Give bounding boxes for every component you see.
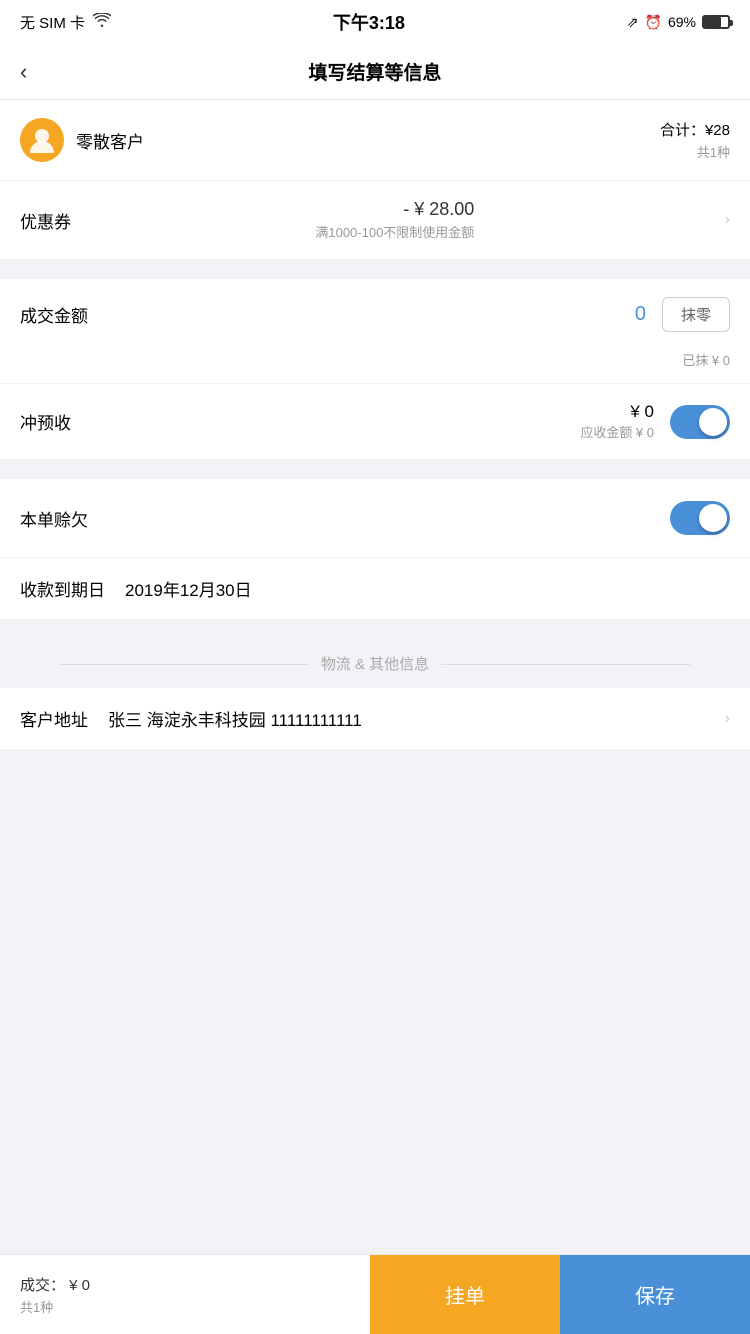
content: 零散客户 合计：¥28 共1种 优惠券 - ¥ 28.00 满1000-100不… [0, 100, 750, 939]
alarm-icon: ⏰ [645, 14, 662, 31]
customer-section: 零散客户 合计：¥28 共1种 优惠券 - ¥ 28.00 满1000-100不… [0, 100, 750, 259]
toggle-knob [699, 408, 727, 436]
debt-section: 本单赊欠 收款到期日 2019年12月30日 [0, 479, 750, 619]
deal-amount-row: 成交金额 0 抹零 [0, 279, 750, 350]
customer-right: 合计：¥28 共1种 [660, 119, 730, 161]
logistics-header: 物流 & 其他信息 [0, 639, 750, 688]
wifi-icon [93, 13, 111, 31]
hold-button[interactable]: 挂单 [370, 1255, 560, 1334]
debt-label: 本单赊欠 [20, 506, 88, 531]
location-icon: ⇗ [627, 14, 639, 31]
battery-percent: 69% [668, 14, 696, 30]
nav-bar: ‹ 填写结算等信息 [0, 44, 750, 100]
coupon-amount: - ¥ 28.00 [315, 199, 474, 220]
pre-sub: 应收金额 ¥ 0 [580, 422, 654, 441]
status-left: 无 SIM 卡 [20, 12, 111, 33]
coupon-right: - ¥ 28.00 满1000-100不限制使用金额 [315, 199, 474, 241]
due-date-row: 收款到期日 2019年12月30日 [0, 557, 750, 619]
coupon-label: 优惠券 [20, 208, 71, 233]
total-label: 合计：¥28 [660, 119, 730, 140]
coupon-row[interactable]: 优惠券 - ¥ 28.00 满1000-100不限制使用金额 › [0, 180, 750, 259]
coupon-desc: 满1000-100不限制使用金额 [315, 222, 474, 241]
battery-icon [702, 15, 730, 29]
empty-space [0, 759, 750, 939]
debt-toggle-knob [699, 504, 727, 532]
address-section: 客户地址 张三 海淀永丰科技园 11111111111 › [0, 688, 750, 749]
bottom-deal-label: 成交： ¥ 0 [20, 1274, 350, 1295]
round-button[interactable]: 抹零 [662, 297, 730, 332]
address-label: 客户地址 [20, 706, 88, 731]
carrier-text: 无 SIM 卡 [20, 12, 85, 33]
deal-section: 成交金额 0 抹零 已抹 ¥ 0 冲预收 ¥ 0 应收金额 ¥ 0 [0, 279, 750, 459]
back-button[interactable]: ‹ [20, 59, 27, 85]
debt-row: 本单赊欠 [0, 479, 750, 557]
status-right: ⇗ ⏰ 69% [627, 14, 730, 31]
precollect-toggle[interactable] [670, 405, 730, 439]
deal-sub: 已抹 ¥ 0 [0, 350, 750, 383]
bottom-count-label: 共1种 [20, 1297, 350, 1316]
due-date: 2019年12月30日 [125, 576, 252, 601]
address-value: 张三 海淀永丰科技园 11111111111 [108, 706, 719, 731]
deal-right: 0 抹零 [635, 297, 730, 332]
address-row[interactable]: 客户地址 张三 海淀永丰科技园 11111111111 › [0, 688, 750, 749]
deal-value: 0 [635, 303, 646, 326]
precollect-right: ¥ 0 应收金额 ¥ 0 [580, 402, 730, 441]
bottom-info: 成交： ¥ 0 共1种 [0, 1274, 370, 1316]
deal-label: 成交金额 [20, 302, 88, 327]
chevron-right-icon: › [725, 211, 730, 229]
pre-amount: ¥ 0 [580, 402, 654, 422]
customer-row: 零散客户 合计：¥28 共1种 [0, 100, 750, 180]
total-count: 共1种 [660, 142, 730, 161]
divider-3 [0, 629, 750, 639]
save-button[interactable]: 保存 [560, 1255, 750, 1334]
status-bar: 无 SIM 卡 下午3:18 ⇗ ⏰ 69% [0, 0, 750, 44]
due-label: 收款到期日 [20, 576, 105, 601]
debt-toggle[interactable] [670, 501, 730, 535]
avatar [20, 118, 64, 162]
logistics-label: 物流 & 其他信息 [309, 656, 441, 673]
customer-left: 零散客户 [20, 118, 144, 162]
precollect-label: 冲预收 [20, 409, 71, 434]
divider-2 [0, 469, 750, 479]
status-time: 下午3:18 [333, 9, 405, 35]
divider-1 [0, 269, 750, 279]
page-title: 填写结算等信息 [308, 58, 441, 85]
customer-name: 零散客户 [76, 128, 144, 153]
address-chevron-icon: › [725, 710, 730, 728]
precollect-row: 冲预收 ¥ 0 应收金额 ¥ 0 [0, 383, 750, 459]
bottom-bar: 成交： ¥ 0 共1种 挂单 保存 [0, 1254, 750, 1334]
precollect-amounts: ¥ 0 应收金额 ¥ 0 [580, 402, 654, 441]
